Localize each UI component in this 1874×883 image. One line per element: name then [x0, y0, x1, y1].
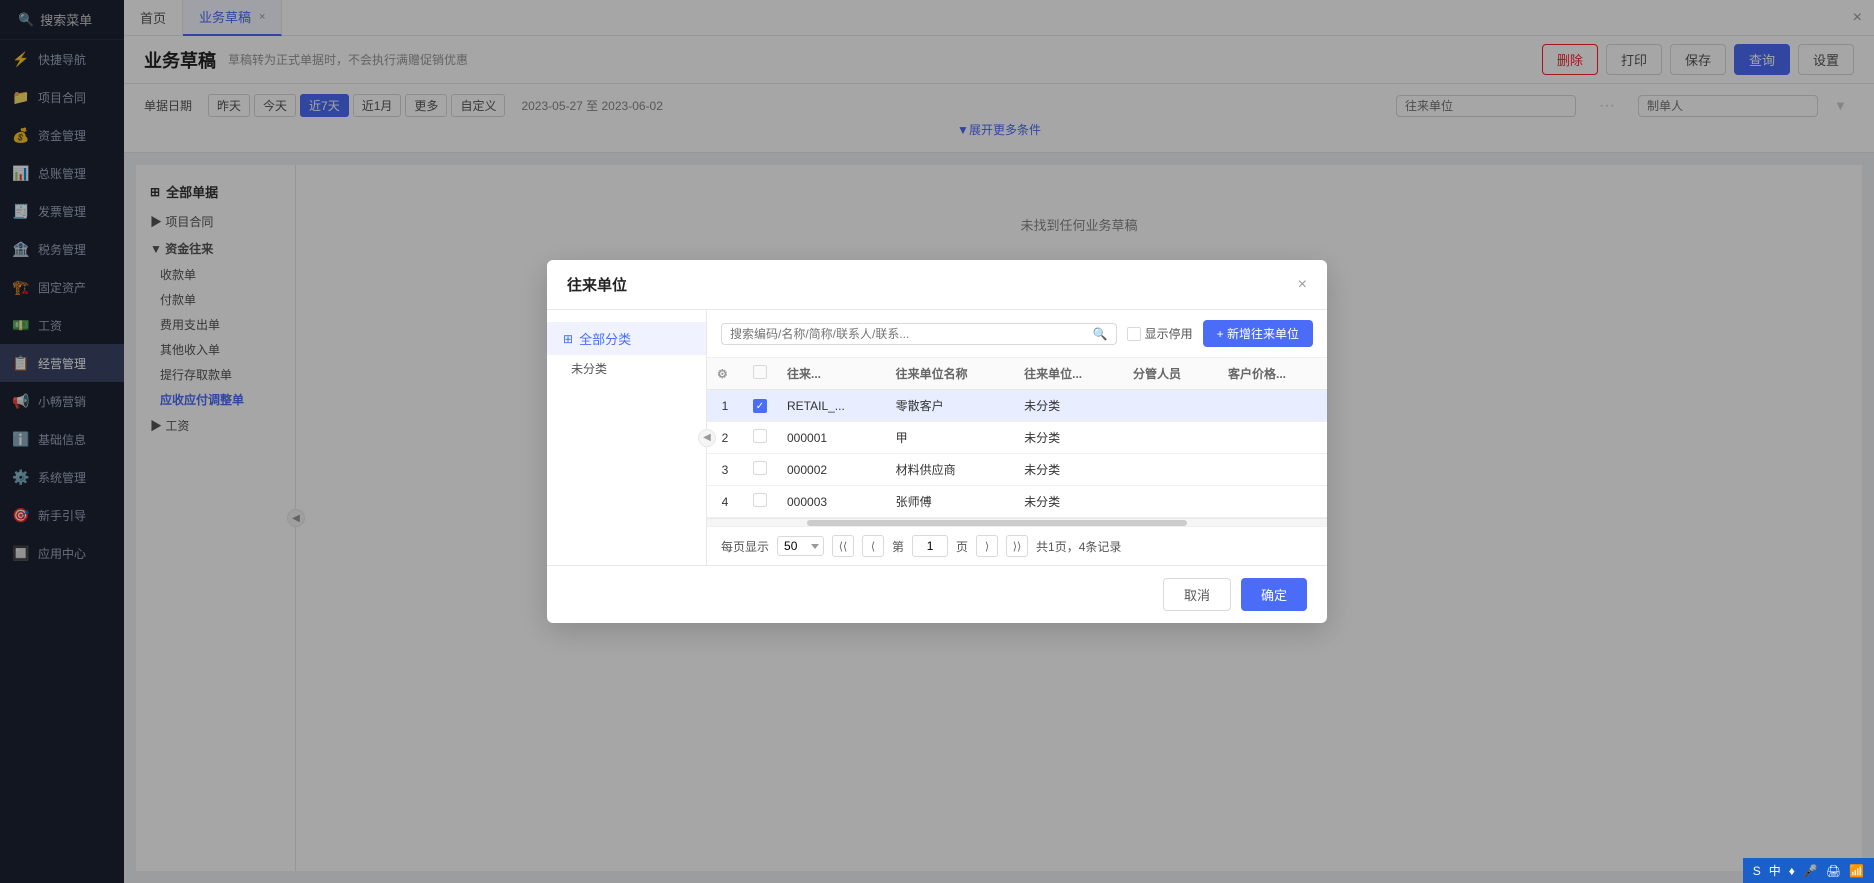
modal-overlay: 往来单位 × ⊞ 全部分类 未分类 ◀: [0, 0, 1874, 883]
dialog-pagination: 每页显示 50 10 20 100 ⟨⟨ ⟨ 第 页 ⟩ ⟩⟩ 共1页，4条记录: [707, 526, 1327, 565]
confirm-button[interactable]: 确定: [1241, 578, 1307, 611]
row-num: 1: [707, 390, 743, 422]
row-name: 零散客户: [886, 390, 1014, 422]
table-row[interactable]: 2 000001 甲 未分类: [707, 422, 1327, 454]
cancel-button[interactable]: 取消: [1163, 578, 1231, 611]
dialog-right-panel: 🔍 显示停用 + 新增往来单位 ⚙: [707, 310, 1327, 565]
row-category: 未分类: [1014, 390, 1123, 422]
statusbar-print-icon: 🖨: [1826, 864, 1841, 878]
select-all-checkbox[interactable]: [753, 365, 767, 379]
row-manager: [1123, 486, 1218, 518]
th-category: 往来单位...: [1014, 358, 1123, 390]
row-checkbox[interactable]: ✓: [753, 399, 767, 413]
show-disabled-label: 显示停用: [1145, 325, 1193, 342]
grid-icon: ⊞: [563, 332, 573, 346]
dialog-scrollbar[interactable]: [707, 518, 1327, 526]
dialog: 往来单位 × ⊞ 全部分类 未分类 ◀: [547, 260, 1327, 623]
statusbar-diamond-icon: ♦: [1789, 864, 1795, 878]
row-checkbox[interactable]: [753, 429, 767, 443]
row-manager: [1123, 422, 1218, 454]
row-num: 3: [707, 454, 743, 486]
th-settings: ⚙: [707, 358, 743, 390]
dialog-uncategorized[interactable]: 未分类: [547, 355, 706, 382]
th-manager: 分管人员: [1123, 358, 1218, 390]
row-checkbox[interactable]: [753, 493, 767, 507]
th-name: 往来单位名称: [886, 358, 1014, 390]
dialog-left-panel: ⊞ 全部分类 未分类 ◀: [547, 310, 707, 565]
settings-icon: ⚙: [717, 367, 728, 381]
dialog-header: 往来单位 ×: [547, 260, 1327, 310]
row-code: 000002: [777, 454, 886, 486]
row-name: 材料供应商: [886, 454, 1014, 486]
first-page-button[interactable]: ⟨⟨: [832, 535, 854, 557]
row-category: 未分类: [1014, 454, 1123, 486]
statusbar-s-icon: S: [1753, 864, 1761, 878]
dialog-all-category[interactable]: ⊞ 全部分类: [547, 322, 706, 355]
per-page-select[interactable]: 50 10 20 100: [777, 536, 824, 556]
th-checkbox: [743, 358, 777, 390]
dialog-uncategorized-label: 未分类: [571, 362, 607, 376]
new-partner-button[interactable]: + 新增往来单位: [1203, 320, 1313, 347]
statusbar-wifi-icon: 📶: [1849, 864, 1864, 878]
th-code: 往来...: [777, 358, 886, 390]
row-cb-cell[interactable]: ✓: [743, 390, 777, 422]
dialog-footer: 取消 确定: [547, 565, 1327, 623]
row-num: 4: [707, 486, 743, 518]
next-page-button[interactable]: ⟩: [976, 535, 998, 557]
dialog-search-icon: 🔍: [1093, 327, 1108, 341]
row-category: 未分类: [1014, 486, 1123, 518]
dialog-search-input[interactable]: [730, 327, 1089, 341]
collapse-dialog-panel-btn[interactable]: ◀: [698, 429, 716, 447]
show-disabled-checkbox[interactable]: [1127, 327, 1141, 341]
table-row[interactable]: 4 000003 张师傅 未分类: [707, 486, 1327, 518]
row-price: [1218, 390, 1327, 422]
dialog-close-button[interactable]: ×: [1298, 276, 1307, 294]
row-cb-cell[interactable]: [743, 486, 777, 518]
th-price: 客户价格...: [1218, 358, 1327, 390]
row-price: [1218, 422, 1327, 454]
statusbar-lang-icon: 中: [1769, 862, 1781, 879]
row-price: [1218, 454, 1327, 486]
statusbar: S 中 ♦ 🎤 🖨 📶: [1743, 858, 1874, 883]
table-row[interactable]: 3 000002 材料供应商 未分类: [707, 454, 1327, 486]
row-checkbox[interactable]: [753, 461, 767, 475]
last-page-button[interactable]: ⟩⟩: [1006, 535, 1028, 557]
dialog-toolbar: 🔍 显示停用 + 新增往来单位: [707, 310, 1327, 358]
row-price: [1218, 486, 1327, 518]
row-category: 未分类: [1014, 422, 1123, 454]
row-code: 000001: [777, 422, 886, 454]
dialog-title: 往来单位: [567, 274, 627, 295]
page-label: 第: [892, 538, 904, 555]
statusbar-mic-icon: 🎤: [1803, 864, 1818, 878]
row-name: 张师傅: [886, 486, 1014, 518]
show-disabled-option[interactable]: 显示停用: [1127, 325, 1193, 342]
row-name: 甲: [886, 422, 1014, 454]
per-page-label: 每页显示: [721, 538, 769, 555]
row-manager: [1123, 390, 1218, 422]
dialog-table: ⚙ 往来... 往来单位名称 往来单位... 分管人员 客户价格...: [707, 358, 1327, 518]
dialog-search-box: 🔍: [721, 323, 1117, 345]
row-code: RETAIL_...: [777, 390, 886, 422]
total-label: 共1页，4条记录: [1036, 538, 1121, 555]
row-manager: [1123, 454, 1218, 486]
dialog-all-label: 全部分类: [579, 329, 631, 348]
row-cb-cell[interactable]: [743, 422, 777, 454]
dialog-body: ⊞ 全部分类 未分类 ◀ 🔍 显示停用: [547, 310, 1327, 565]
prev-page-button[interactable]: ⟨: [862, 535, 884, 557]
row-cb-cell[interactable]: [743, 454, 777, 486]
dialog-table-wrap: ⚙ 往来... 往来单位名称 往来单位... 分管人员 客户价格...: [707, 358, 1327, 518]
page-suffix: 页: [956, 538, 968, 555]
row-code: 000003: [777, 486, 886, 518]
dialog-scrollbar-thumb[interactable]: [807, 520, 1187, 526]
page-number-input[interactable]: [912, 535, 948, 557]
table-row[interactable]: 1 ✓ RETAIL_... 零散客户 未分类: [707, 390, 1327, 422]
